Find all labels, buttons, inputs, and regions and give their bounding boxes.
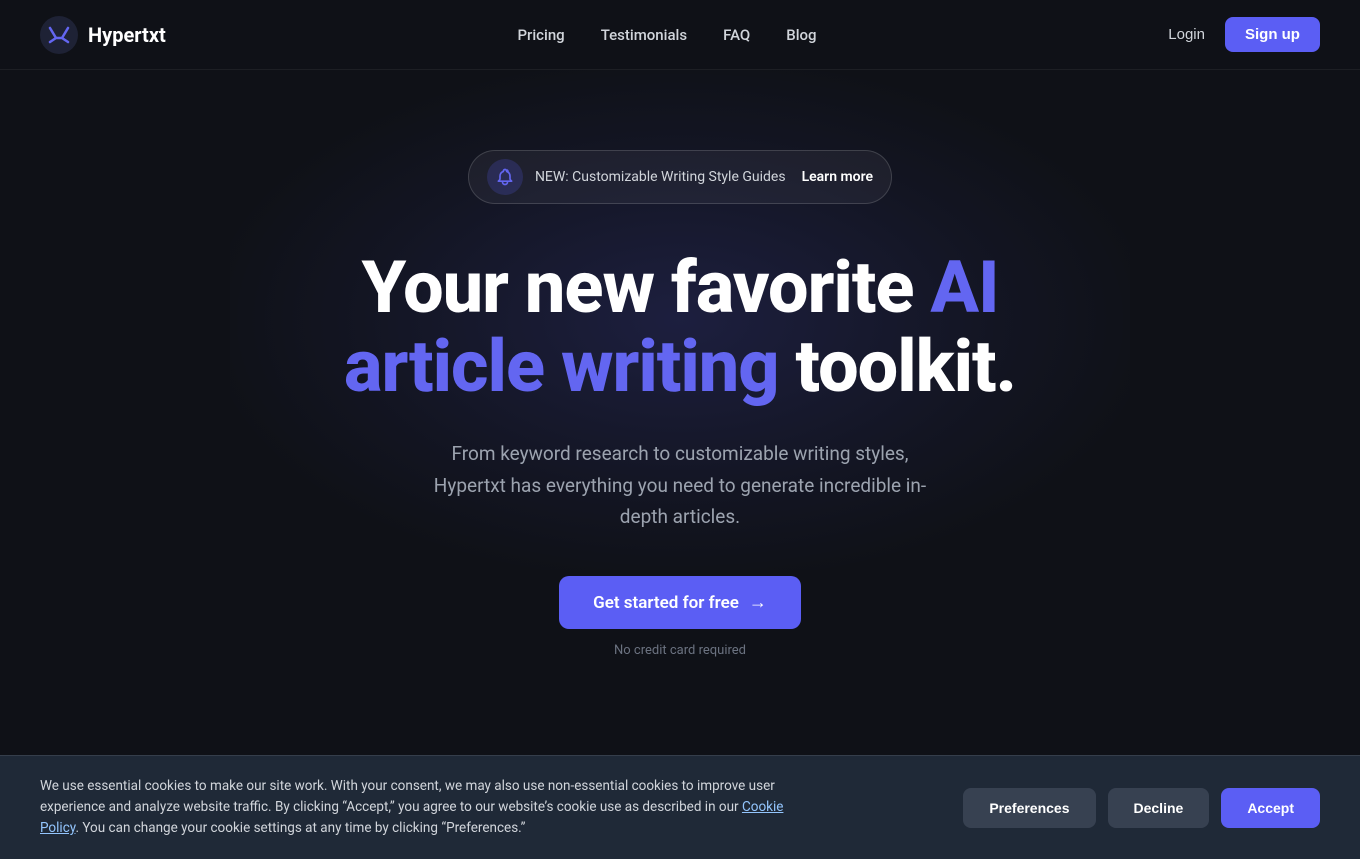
bell-icon-wrap [487,159,523,195]
nav-links: Pricing Testimonials FAQ Blog [517,25,816,44]
signup-button[interactable]: Sign up [1225,17,1320,52]
hero-section: NEW: Customizable Writing Style Guides L… [0,70,1360,718]
arrow-right-icon: → [749,592,767,613]
hero-title-ai: AI [930,245,998,330]
hero-title-part3: toolkit. [779,324,1016,409]
accept-button[interactable]: Accept [1221,788,1320,828]
nav-item-pricing[interactable]: Pricing [517,26,564,44]
hero-title-part1: Your new favorite [361,245,930,330]
bell-icon [495,167,515,187]
cookie-text-tail: . You can change your cookie settings at… [75,820,446,836]
hero-title-part2: article writing [344,324,779,409]
logo-icon [40,16,78,54]
cta-button[interactable]: Get started for free → [559,576,801,629]
cookie-preferences-inline: Preferences [446,820,518,836]
hero-subtitle: From keyword research to customizable wr… [420,438,940,532]
announcement-banner[interactable]: NEW: Customizable Writing Style Guides L… [468,150,892,204]
cookie-actions: Preferences Decline Accept [963,788,1320,828]
cookie-text-end: .” [518,820,525,836]
cookie-banner: We use essential cookies to make our sit… [0,755,1360,859]
hero-title: Your new favorite AI article writing too… [344,248,1016,406]
nav-item-faq[interactable]: FAQ [723,26,750,44]
brand-name: Hypertxt [88,23,166,47]
navbar: Hypertxt Pricing Testimonials FAQ Blog L… [0,0,1360,70]
login-button[interactable]: Login [1168,26,1205,43]
announcement-link[interactable]: Learn more [802,169,873,185]
decline-button[interactable]: Decline [1108,788,1210,828]
no-credit-text: No credit card required [614,643,746,658]
nav-item-blog[interactable]: Blog [786,26,816,44]
nav-actions: Login Sign up [1168,17,1320,52]
logo-link[interactable]: Hypertxt [40,16,166,54]
preferences-button[interactable]: Preferences [963,788,1095,828]
nav-item-testimonials[interactable]: Testimonials [601,26,687,44]
cta-label: Get started for free [593,593,739,613]
cookie-text-main: We use essential cookies to make our sit… [40,778,775,815]
announcement-text: NEW: Customizable Writing Style Guides [535,169,786,185]
cookie-text: We use essential cookies to make our sit… [40,776,820,839]
